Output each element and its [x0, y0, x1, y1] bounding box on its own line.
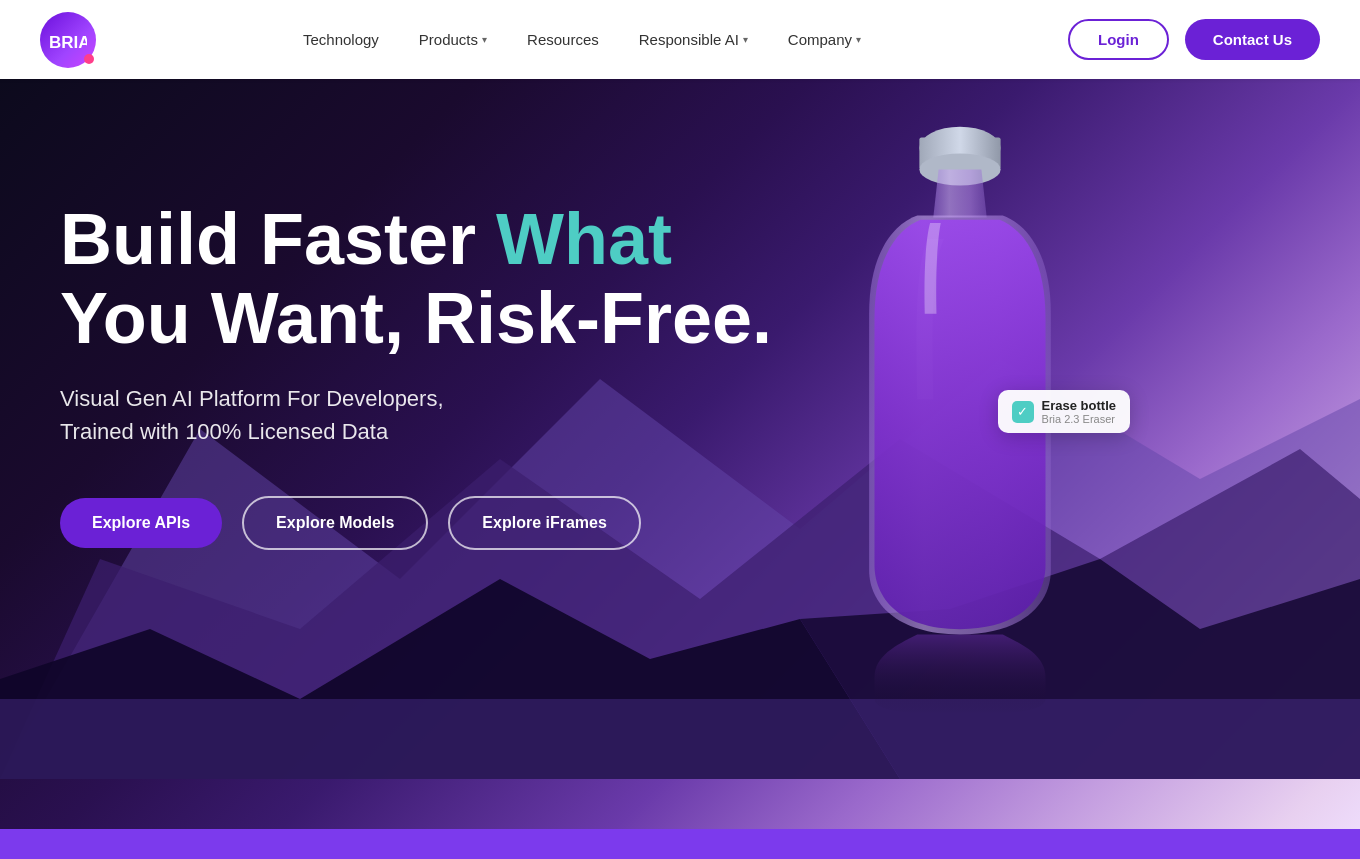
- logo-dot: [84, 54, 94, 64]
- chevron-down-icon: ▾: [482, 34, 487, 45]
- nav-item-technology[interactable]: Technology: [303, 31, 379, 48]
- nav-links: Technology Products ▾ Resources Responsi…: [303, 31, 861, 48]
- logo[interactable]: BRIA: [40, 12, 96, 68]
- nav-link-products[interactable]: Products ▾: [419, 31, 487, 48]
- erase-tooltip-text: Erase bottle Bria 2.3 Eraser: [1042, 398, 1116, 425]
- hero-buttons: Explore APIs Explore Models Explore iFra…: [60, 496, 772, 550]
- nav-item-responsible-ai[interactable]: Responsible AI ▾: [639, 31, 748, 48]
- hero-section: ✓ Erase bottle Bria 2.3 Eraser Build Fas…: [0, 0, 1360, 859]
- hero-content: Build Faster What You Want, Risk-Free. V…: [60, 200, 772, 550]
- nav-link-company[interactable]: Company ▾: [788, 31, 861, 48]
- nav-link-responsible-ai[interactable]: Responsible AI ▾: [639, 31, 748, 48]
- login-button[interactable]: Login: [1068, 19, 1169, 60]
- product-bottle: ✓ Erase bottle Bria 2.3 Eraser: [810, 100, 1110, 720]
- explore-apis-button[interactable]: Explore APIs: [60, 498, 222, 548]
- explore-models-button[interactable]: Explore Models: [242, 496, 428, 550]
- erase-tooltip: ✓ Erase bottle Bria 2.3 Eraser: [998, 390, 1130, 433]
- nav-actions: Login Contact Us: [1068, 19, 1320, 60]
- nav-item-products[interactable]: Products ▾: [419, 31, 487, 48]
- nav-item-resources[interactable]: Resources: [527, 31, 599, 48]
- hero-headline: Build Faster What You Want, Risk-Free.: [60, 200, 772, 358]
- bottom-bar: [0, 829, 1360, 859]
- nav-item-company[interactable]: Company ▾: [788, 31, 861, 48]
- check-icon: ✓: [1012, 401, 1034, 423]
- nav-link-technology[interactable]: Technology: [303, 31, 379, 48]
- svg-text:BRIA: BRIA: [49, 33, 87, 52]
- contact-us-button[interactable]: Contact Us: [1185, 19, 1320, 60]
- nav-link-resources[interactable]: Resources: [527, 31, 599, 48]
- chevron-down-icon: ▾: [743, 34, 748, 45]
- navbar: BRIA Technology Products ▾ Resources Res…: [0, 0, 1360, 79]
- hero-subtext: Visual Gen AI Platform For Developers, T…: [60, 382, 772, 448]
- explore-iframes-button[interactable]: Explore iFrames: [448, 496, 641, 550]
- svg-rect-5: [0, 699, 1360, 779]
- chevron-down-icon: ▾: [856, 34, 861, 45]
- logo-icon: BRIA: [40, 12, 96, 68]
